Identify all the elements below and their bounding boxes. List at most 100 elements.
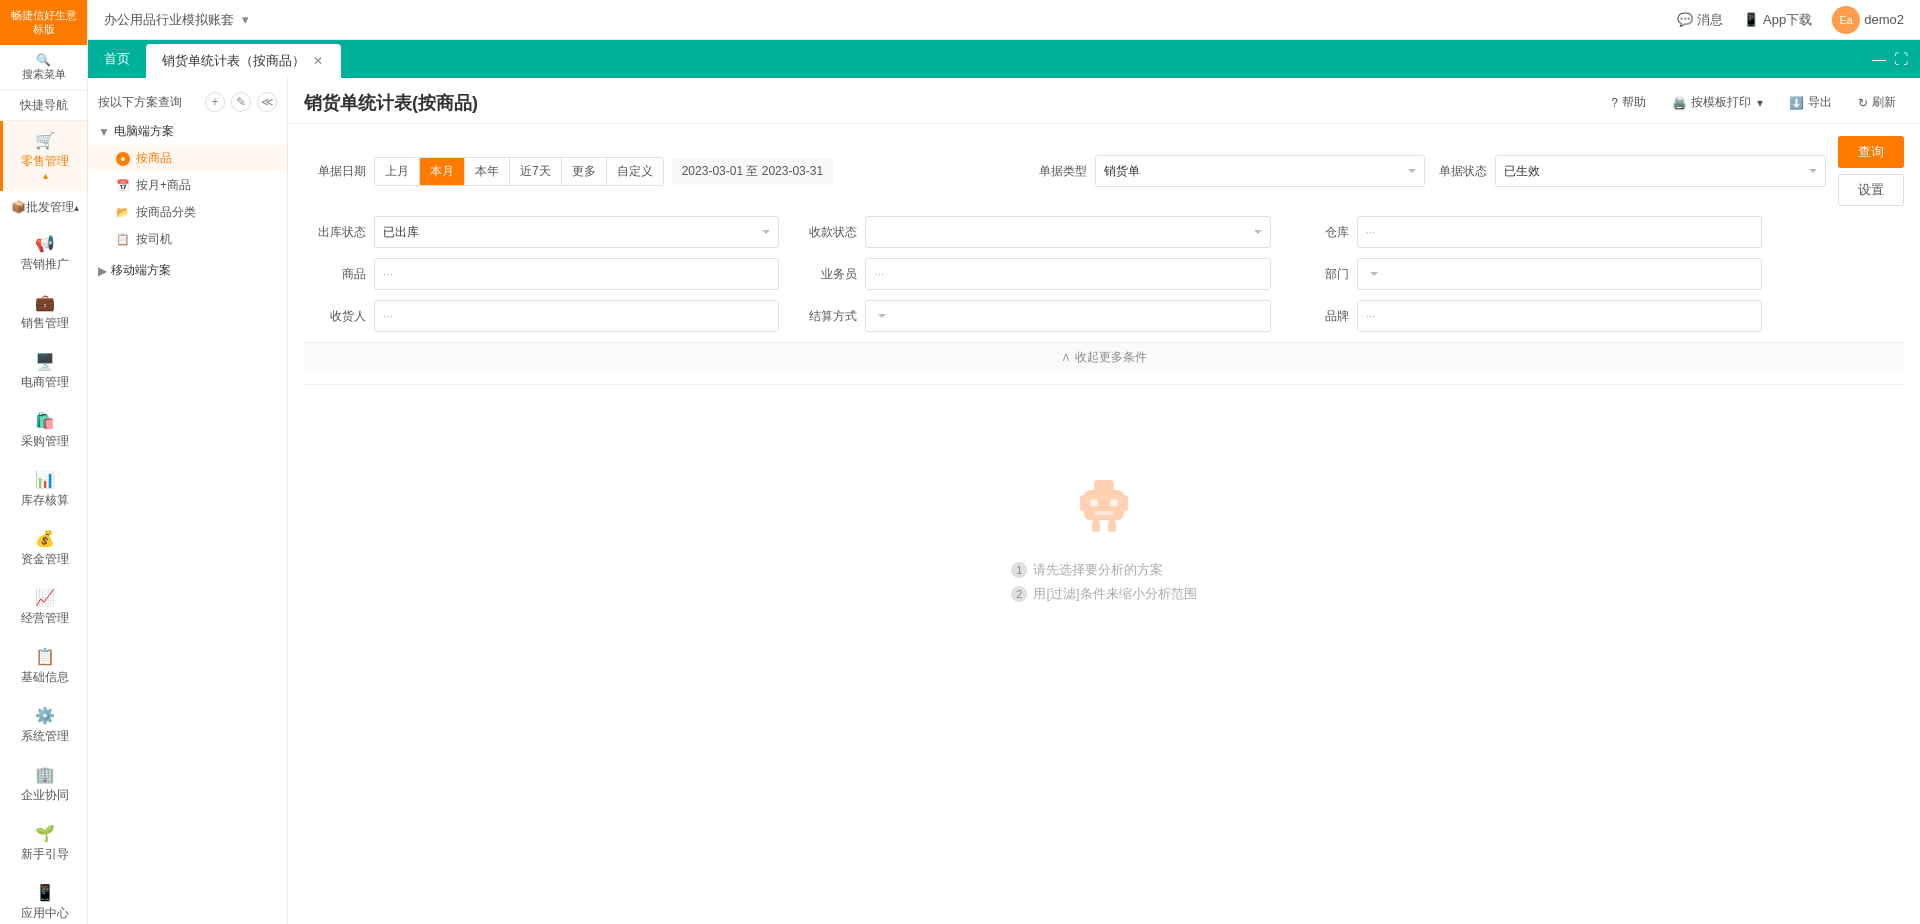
- collapse-panel-btn[interactable]: ≪: [257, 92, 277, 112]
- filter-row-3: 商品 ··· 业务员 ··· 部门: [304, 258, 1904, 290]
- svg-point-3: [1090, 499, 1098, 507]
- appcenter-icon: 📱: [35, 883, 55, 902]
- outstatus-filter: 出库状态 已出库: [304, 216, 779, 248]
- date-btn-7days[interactable]: 近7天: [510, 158, 562, 185]
- empty-state: 1 请先选择要分析的方案 2 用[过滤]条件来缩小分析范围: [288, 385, 1920, 689]
- user-menu[interactable]: Ea demo2: [1832, 6, 1904, 34]
- brand-select[interactable]: ···: [1357, 300, 1762, 332]
- paymentmethod-label: 结算方式: [795, 308, 865, 325]
- message-btn[interactable]: 💬 消息: [1677, 11, 1723, 29]
- print-dropdown-icon[interactable]: ▾: [1757, 96, 1763, 110]
- salesperson-filter: 业务员 ···: [795, 258, 1270, 290]
- paymentmethod-filter: 结算方式: [795, 300, 1270, 332]
- left-panel-title: 按以下方案查询: [98, 94, 182, 111]
- tab-minimize-icon[interactable]: —: [1872, 51, 1886, 67]
- sidebar-item-enterprise[interactable]: 🏢 企业协同: [0, 755, 87, 814]
- tree-item-by-product[interactable]: ● 按商品: [88, 145, 287, 172]
- receiver-dots: ···: [383, 309, 393, 323]
- industry-dropdown-icon[interactable]: ▾: [242, 12, 249, 27]
- doctype-dropdown-icon: [1408, 169, 1416, 173]
- tip-num-1: 1: [1011, 562, 1027, 578]
- sidebar-item-basic[interactable]: 📋 基础信息: [0, 637, 87, 696]
- payment-select[interactable]: [865, 216, 1270, 248]
- basic-icon: 📋: [35, 647, 55, 666]
- industry-name: 办公用品行业模拟账套: [104, 11, 234, 29]
- tree-item-by-month[interactable]: 📅 按月+商品: [88, 172, 287, 199]
- tab-sales-stat-label: 销货单统计表（按商品）: [162, 52, 305, 70]
- edit-scheme-btn[interactable]: ✎: [231, 92, 251, 112]
- date-btn-lastmonth[interactable]: 上月: [375, 158, 420, 185]
- sidebar-item-newbie[interactable]: 🌱 新手引导: [0, 814, 87, 873]
- date-btn-thisyear[interactable]: 本年: [465, 158, 510, 185]
- tab-sales-stat[interactable]: 销货单统计表（按商品） ✕: [146, 44, 341, 78]
- tab-bar: 首页 销货单统计表（按商品） ✕ — ⛶: [88, 40, 1920, 78]
- sidebar-item-sales[interactable]: 💼 销售管理: [0, 283, 87, 342]
- docstatus-label: 单据状态: [1425, 163, 1495, 180]
- settings-btn[interactable]: 设置: [1838, 174, 1904, 206]
- logo: 畅捷信好生意 标版: [0, 0, 87, 45]
- empty-tips: 1 请先选择要分析的方案 2 用[过滤]条件来缩小分析范围: [1011, 561, 1196, 609]
- doctype-label: 单据类型: [1025, 163, 1095, 180]
- warehouse-select[interactable]: ···: [1357, 216, 1762, 248]
- department-filter: 部门: [1287, 258, 1762, 290]
- payment-label: 收款状态: [795, 224, 865, 241]
- month-icon: 📅: [116, 179, 130, 192]
- date-label: 单据日期: [304, 163, 374, 180]
- date-btn-custom[interactable]: 自定义: [607, 158, 663, 185]
- salesperson-select[interactable]: ···: [865, 258, 1270, 290]
- sidebar-item-operation[interactable]: 📈 经营管理: [0, 578, 87, 637]
- tab-home[interactable]: 首页: [88, 40, 146, 78]
- export-btn[interactable]: ⬇️ 导出: [1781, 90, 1840, 115]
- outstatus-select[interactable]: 已出库: [374, 216, 779, 248]
- search-icon: 🔍: [6, 53, 81, 67]
- date-btn-more[interactable]: 更多: [562, 158, 607, 185]
- product-select[interactable]: ···: [374, 258, 779, 290]
- outstatus-label: 出库状态: [304, 224, 374, 241]
- tree-pc-root[interactable]: ▼ 电脑端方案: [88, 118, 287, 145]
- tab-expand-icon[interactable]: ⛶: [1894, 51, 1908, 67]
- sidebar-item-wholesale[interactable]: 📦 批发管理 ▴: [0, 191, 87, 224]
- refresh-btn[interactable]: ↻ 刷新: [1850, 90, 1904, 115]
- help-btn[interactable]: ? 帮助: [1603, 90, 1654, 115]
- tree-mobile-root[interactable]: ▶ 移动端方案: [88, 257, 287, 284]
- docstatus-select[interactable]: 已生效: [1495, 155, 1826, 187]
- sidebar-item-purchase[interactable]: 🛍️ 采购管理: [0, 401, 87, 460]
- enterprise-icon: 🏢: [35, 765, 55, 784]
- tree-item-by-sku[interactable]: 📋 按司机: [88, 226, 287, 253]
- sidebar-item-marketing[interactable]: 📢 营销推广: [0, 224, 87, 283]
- tab-controls: — ⛶: [1860, 51, 1920, 67]
- receiver-select[interactable]: ···: [374, 300, 779, 332]
- tree-item-by-category[interactable]: 📂 按商品分类: [88, 199, 287, 226]
- paymentmethod-select[interactable]: [865, 300, 1270, 332]
- wholesale-icon: 📦: [11, 200, 26, 214]
- tab-close-icon[interactable]: ✕: [311, 54, 325, 68]
- message-icon: 💬: [1677, 12, 1693, 27]
- department-select[interactable]: [1357, 258, 1762, 290]
- top-header: 办公用品行业模拟账套 ▾ 💬 消息 📱 App下载 Ea demo2: [88, 0, 1920, 40]
- sidebar-item-inventory[interactable]: 📊 库存核算: [0, 460, 87, 519]
- filter-row-1: 单据日期 上月 本月 本年 近7天 更多 自定义 2023-03-01 至 20…: [304, 136, 1904, 206]
- sidebar: 畅捷信好生意 标版 🔍 搜索菜单 快捷导航 🛒 零售管理 ▴ 📦 批发管理 ▴ …: [0, 0, 88, 924]
- sidebar-item-ecommerce[interactable]: 🖥️ 电商管理: [0, 342, 87, 401]
- app-download-btn[interactable]: 📱 App下载: [1743, 11, 1812, 29]
- sidebar-quicknav[interactable]: 快捷导航: [0, 91, 87, 121]
- doctype-select[interactable]: 销货单: [1095, 155, 1426, 187]
- content-area: 按以下方案查询 + ✎ ≪ ▼ 电脑端方案 ● 按商品 📅 按月+商品: [88, 78, 1920, 924]
- download-icon: 📱: [1743, 12, 1759, 27]
- print-icon: 🖨️: [1672, 96, 1687, 110]
- tree-mobile-label: 移动端方案: [111, 262, 171, 279]
- page-header: 销货单统计表(按商品) ? 帮助 🖨️ 按模板打印 ▾ ⬇️ 导出: [288, 78, 1920, 124]
- finance-icon: 💰: [35, 529, 55, 548]
- sidebar-search[interactable]: 🔍 搜索菜单: [0, 45, 87, 91]
- docstatus-dropdown-icon: [1809, 169, 1817, 173]
- sidebar-item-appcenter[interactable]: 📱 应用中心: [0, 873, 87, 924]
- sidebar-item-system[interactable]: ⚙️ 系统管理: [0, 696, 87, 755]
- query-btn[interactable]: 查询: [1838, 136, 1904, 168]
- collapse-bar[interactable]: ∧ 收起更多条件: [304, 342, 1904, 372]
- date-btn-thismonth[interactable]: 本月: [420, 158, 465, 185]
- add-scheme-btn[interactable]: +: [205, 92, 225, 112]
- print-btn[interactable]: 🖨️ 按模板打印 ▾: [1664, 90, 1771, 115]
- sidebar-item-retail[interactable]: 🛒 零售管理 ▴: [0, 121, 87, 191]
- warehouse-label: 仓库: [1287, 224, 1357, 241]
- sidebar-item-finance[interactable]: 💰 资金管理: [0, 519, 87, 578]
